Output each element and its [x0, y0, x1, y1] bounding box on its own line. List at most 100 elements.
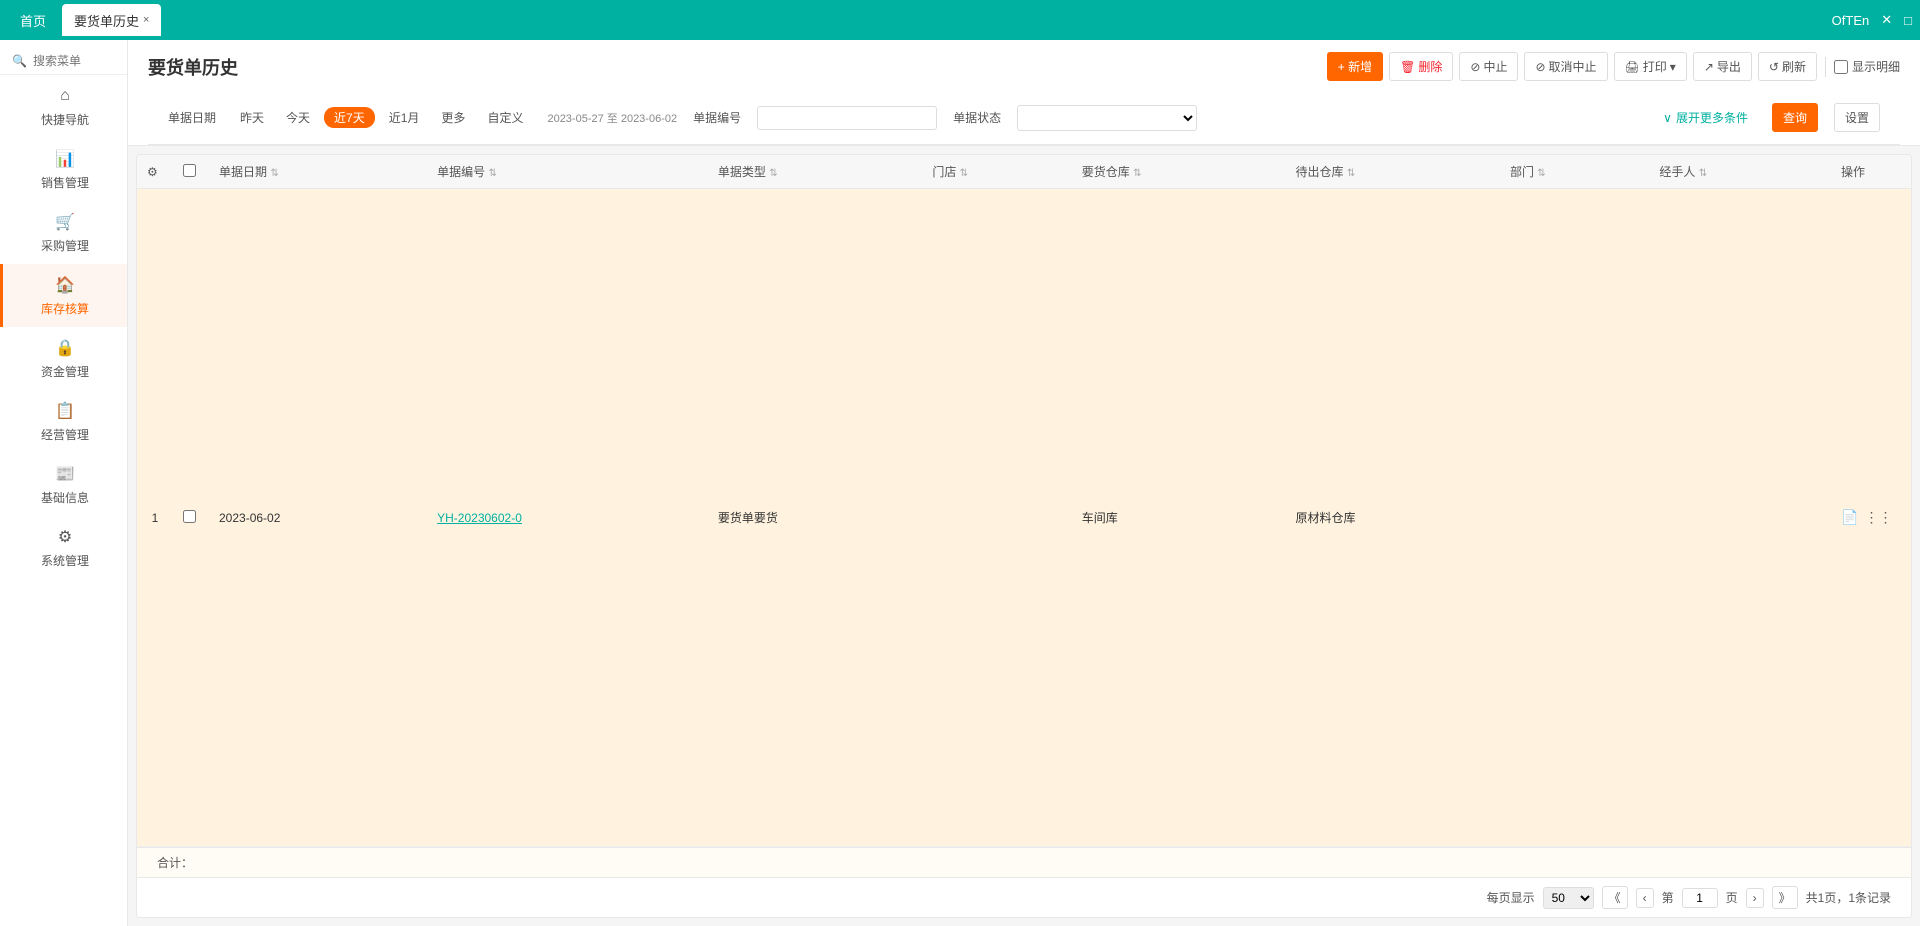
row-checkbox[interactable] [183, 510, 196, 523]
sidebar-item-purchase[interactable]: 🛒 采购管理 [0, 201, 127, 264]
export-icon: ↗ [1704, 60, 1714, 74]
export-button[interactable]: ↗ 导出 [1693, 52, 1752, 81]
table-header: ⚙ 单据日期 ⇅ 单据编号 ⇅ 单据类型 ⇅ [137, 155, 1911, 189]
basic-info-icon: 📰 [54, 463, 76, 485]
col-pending-warehouse[interactable]: 待出仓库 ⇅ [1285, 155, 1499, 189]
chevron-down-icon: ▾ [1670, 60, 1676, 74]
col-date[interactable]: 单据日期 ⇅ [209, 155, 427, 189]
sidebar-item-sales[interactable]: 📊 销售管理 [0, 138, 127, 201]
edit-icon[interactable]: 📄 [1841, 509, 1858, 526]
toolbar: + 新增 🗑 删除 ⊘ 中止 ⊘ 取消中止 🖨 打 [1327, 52, 1900, 81]
col-settings[interactable]: ⚙ [137, 155, 173, 189]
date-btn-today[interactable]: 今天 [278, 107, 318, 128]
col-checkbox[interactable] [173, 155, 209, 189]
print-button[interactable]: 🖨 打印 ▾ [1614, 52, 1687, 81]
main-layout: 🔍 ⌂ 快捷导航 📊 销售管理 🛒 采购管理 🏠 库存核算 🔒 资金管理 📋 经… [0, 40, 1920, 926]
row-pending-warehouse: 原材料仓库 [1285, 189, 1499, 847]
top-bar-right: OfTEn ✕ □ [1832, 12, 1912, 28]
table-body: 1 2023-06-02 YH-20230602-0 要货单要货 车间库 原材料… [137, 189, 1911, 847]
cancel-stop-button[interactable]: ⊘ 取消中止 [1524, 52, 1607, 81]
sidebar-item-operations[interactable]: 📋 经营管理 [0, 390, 127, 453]
top-bar: 首页 要货单历史 × OfTEn ✕ □ [0, 0, 1920, 40]
col-doc-no[interactable]: 单据编号 ⇅ [427, 155, 708, 189]
show-detail-label[interactable]: 显示明细 [1834, 58, 1900, 75]
tab-requisition-history[interactable]: 要货单历史 × [62, 4, 161, 36]
show-detail-checkbox[interactable] [1834, 60, 1848, 74]
purchase-icon: 🛒 [54, 211, 76, 233]
date-options: 昨天 今天 近7天 近1月 更多 自定义 [232, 107, 531, 128]
tab-home[interactable]: 首页 [8, 4, 58, 36]
delete-button[interactable]: 🗑 删除 [1389, 52, 1453, 81]
search-menu-input[interactable] [33, 54, 113, 68]
sidebar-search[interactable]: 🔍 [0, 48, 127, 75]
refresh-icon: ↺ [1769, 60, 1779, 74]
more-icon[interactable]: ⋮⋮ [1864, 509, 1892, 526]
first-page-button[interactable]: 《 [1602, 886, 1628, 909]
date-btn-1month[interactable]: 近1月 [381, 107, 428, 128]
sidebar-item-label: 库存核算 [41, 300, 89, 317]
col-department[interactable]: 部门 ⇅ [1500, 155, 1649, 189]
row-store [922, 189, 1071, 847]
sidebar-item-inventory[interactable]: 🏠 库存核算 [0, 264, 127, 327]
system-icon: ⚙ [54, 526, 76, 548]
sort-icon: ⇅ [769, 168, 777, 179]
row-doc-no[interactable]: YH-20230602-0 [427, 189, 708, 847]
doc-link[interactable]: YH-20230602-0 [437, 511, 522, 525]
sort-icon: ⇅ [960, 168, 968, 179]
page-title: 要货单历史 [148, 54, 238, 80]
doc-no-label: 单据编号 [693, 109, 741, 126]
date-btn-7days[interactable]: 近7天 [324, 107, 375, 128]
total-info: 共1页，1条记录 [1806, 889, 1891, 906]
sidebar-item-system[interactable]: ⚙ 系统管理 [0, 516, 127, 579]
tab-home-label: 首页 [20, 11, 46, 30]
sidebar-item-label: 资金管理 [41, 363, 89, 380]
setting-button[interactable]: 设置 [1834, 103, 1880, 132]
row-action-cell: 📄 ⋮⋮ [1831, 189, 1911, 847]
date-btn-custom[interactable]: 自定义 [479, 107, 531, 128]
filter-row-1: 单据日期 昨天 今天 近7天 近1月 更多 自定义 2023-05-27 至 2… [168, 103, 1880, 132]
sort-icon: ⇅ [489, 168, 497, 179]
action-icons: 📄 ⋮⋮ [1841, 509, 1901, 526]
sidebar-item-finance[interactable]: 🔒 资金管理 [0, 327, 127, 390]
date-btn-more[interactable]: 更多 [433, 107, 473, 128]
row-date: 2023-06-02 [209, 189, 427, 847]
sidebar-item-quick-nav[interactable]: ⌂ 快捷导航 [0, 75, 127, 138]
stop-button[interactable]: ⊘ 中止 [1459, 52, 1518, 81]
sidebar: 🔍 ⌂ 快捷导航 📊 销售管理 🛒 采购管理 🏠 库存核算 🔒 资金管理 📋 经… [0, 40, 128, 926]
new-button[interactable]: + 新增 [1327, 52, 1383, 81]
toolbar-divider [1825, 57, 1826, 77]
sidebar-item-basic-info[interactable]: 📰 基础信息 [0, 453, 127, 516]
refresh-button[interactable]: ↺ 刷新 [1758, 52, 1817, 81]
last-page-button[interactable]: 》 [1772, 886, 1798, 909]
table-header-row: ⚙ 单据日期 ⇅ 单据编号 ⇅ 单据类型 ⇅ [137, 155, 1911, 189]
doc-no-input[interactable] [757, 106, 937, 130]
page-input[interactable] [1682, 888, 1718, 908]
prev-page-button[interactable]: ‹ [1636, 888, 1654, 908]
sort-icon: ⇅ [1133, 168, 1141, 179]
often-label: OfTEn [1832, 13, 1870, 28]
next-page-button[interactable]: › [1746, 888, 1764, 908]
close-window-icon[interactable]: ✕ [1881, 12, 1892, 28]
filter-bar: 单据日期 昨天 今天 近7天 近1月 更多 自定义 2023-05-27 至 2… [148, 91, 1900, 145]
col-req-warehouse[interactable]: 要货仓库 ⇅ [1072, 155, 1286, 189]
table-row: 1 2023-06-02 YH-20230602-0 要货单要货 车间库 原材料… [137, 189, 1911, 847]
chevron-down-icon: ∨ [1663, 111, 1672, 125]
col-store[interactable]: 门店 ⇅ [922, 155, 1071, 189]
page-size-select[interactable]: 50 10 20 100 [1543, 887, 1594, 909]
data-table: ⚙ 单据日期 ⇅ 单据编号 ⇅ 单据类型 ⇅ [137, 155, 1911, 847]
status-select[interactable] [1017, 105, 1197, 131]
date-btn-yesterday[interactable]: 昨天 [232, 107, 272, 128]
col-doc-type[interactable]: 单据类型 ⇅ [708, 155, 922, 189]
page-size-label: 每页显示 [1487, 889, 1535, 906]
page-header: 要货单历史 + 新增 🗑 删除 ⊘ 中止 ⊘ 取消中止 [128, 40, 1920, 146]
row-req-warehouse: 车间库 [1072, 189, 1286, 847]
expand-conditions-button[interactable]: ∨ 展开更多条件 [1663, 109, 1748, 126]
col-handler[interactable]: 经手人 ⇅ [1649, 155, 1831, 189]
search-button[interactable]: 查询 [1772, 103, 1818, 132]
maximize-icon[interactable]: □ [1904, 13, 1912, 28]
summary-bar: 合计： [137, 847, 1911, 877]
sort-icon: ⇅ [270, 168, 278, 179]
tab-close-icon[interactable]: × [143, 14, 149, 26]
select-all-checkbox[interactable] [183, 164, 196, 177]
row-checkbox-cell[interactable] [173, 189, 209, 847]
